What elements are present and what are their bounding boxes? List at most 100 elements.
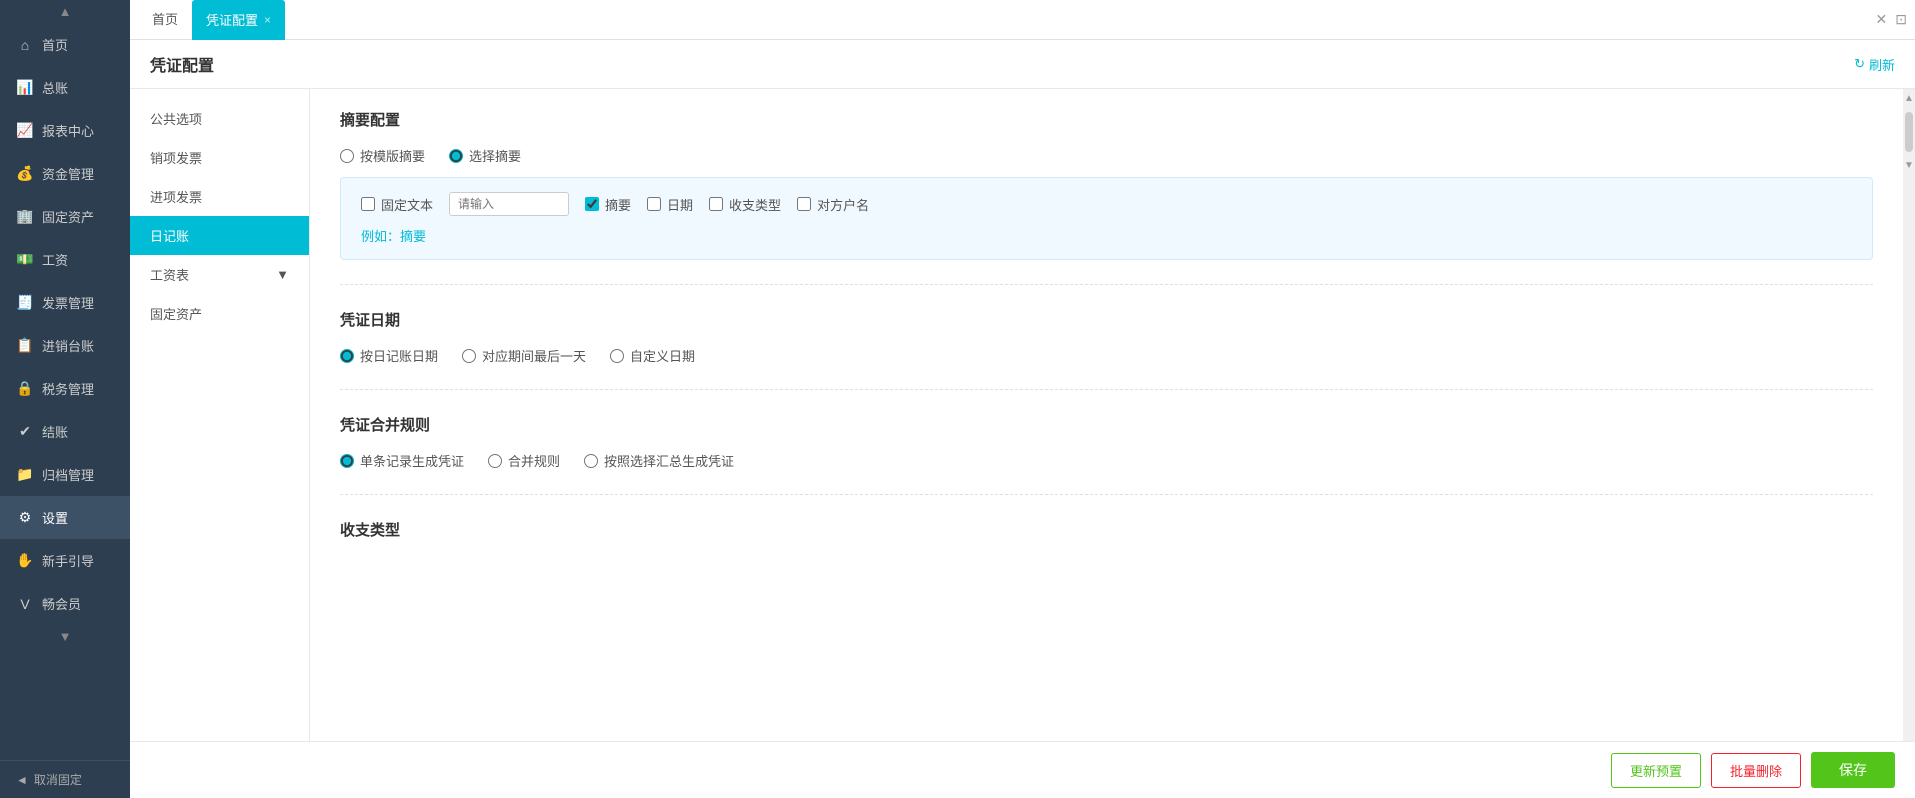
- page-title: 凭证配置: [150, 52, 214, 76]
- radio-merge-rules-input[interactable]: [488, 454, 502, 468]
- date-radio-group: 按日记账日期 对应期间最后一天 自定义日期: [340, 346, 1873, 365]
- radio-custom-date-input[interactable]: [610, 349, 624, 363]
- checkbox-fixed-text[interactable]: 固定文本: [361, 195, 433, 214]
- merge-radio-group: 单条记录生成凭证 合并规则 按照选择汇总生成凭证: [340, 451, 1873, 470]
- batch-delete-button[interactable]: 批量删除: [1711, 753, 1801, 788]
- merge-section: 凭证合并规则 单条记录生成凭证 合并规则 按照选择汇总生成凭证: [340, 414, 1873, 495]
- ledger-icon: 📊: [16, 79, 34, 96]
- window-restore-icon[interactable]: ⊡: [1895, 11, 1907, 28]
- sidebar-scroll-up[interactable]: ▲: [0, 0, 130, 23]
- left-nav-fixed-assets[interactable]: 固定资产: [130, 294, 309, 333]
- save-button[interactable]: 保存: [1811, 752, 1895, 788]
- window-close-icon[interactable]: ✕: [1876, 11, 1888, 28]
- update-preview-button[interactable]: 更新预置: [1611, 753, 1701, 788]
- archive-icon: 📁: [16, 466, 34, 483]
- assets-icon: 🏢: [16, 208, 34, 225]
- pin-icon: ◄: [16, 773, 28, 787]
- payroll-icon: 💵: [16, 251, 34, 268]
- tab-bar-icons: ✕ ⊡: [1876, 11, 1907, 28]
- date-section-title: 凭证日期: [340, 309, 1873, 330]
- scroll-thumb[interactable]: [1905, 112, 1913, 152]
- checkbox-income-type-input[interactable]: [709, 197, 723, 211]
- invoice-mgmt-icon: 🧾: [16, 294, 34, 311]
- sidebar-item-sales-ledger[interactable]: 📋 进销台账: [0, 324, 130, 367]
- checkbox-summary-input[interactable]: [585, 197, 599, 211]
- cancel-pin-button[interactable]: ◄ 取消固定: [0, 760, 130, 798]
- sidebar-item-assets[interactable]: 🏢 固定资产: [0, 195, 130, 238]
- sidebar-item-settle[interactable]: ✔ 结账: [0, 410, 130, 453]
- settings-icon: ⚙: [16, 509, 34, 526]
- summary-radio-group: 按模版摘要 选择摘要: [340, 146, 1873, 165]
- funds-icon: 💰: [16, 165, 34, 182]
- checkbox-date-input[interactable]: [647, 197, 661, 211]
- main-area: 首页 凭证配置 × ✕ ⊡ 凭证配置 ↻ 刷新 公共选项: [130, 0, 1915, 798]
- chevron-down-icon: ▼: [276, 267, 289, 282]
- merge-section-title: 凭证合并规则: [340, 414, 1873, 435]
- vip-icon: V: [16, 596, 34, 612]
- refresh-icon: ↻: [1854, 56, 1865, 72]
- fixed-text-input[interactable]: [449, 192, 569, 216]
- settle-icon: ✔: [16, 423, 34, 440]
- sidebar-item-home[interactable]: ⌂ 首页: [0, 23, 130, 66]
- tab-home[interactable]: 首页: [138, 0, 192, 40]
- refresh-button[interactable]: ↻ 刷新: [1854, 55, 1895, 74]
- radio-single-input[interactable]: [340, 454, 354, 468]
- page-container: 凭证配置 ↻ 刷新 公共选项 销项发票 进项发票 日记账: [130, 40, 1915, 798]
- left-nav-sales-invoice[interactable]: 销项发票: [130, 138, 309, 177]
- checkbox-fixed-text-input[interactable]: [361, 197, 375, 211]
- radio-period-last-day-input[interactable]: [462, 349, 476, 363]
- sidebar-item-ledger[interactable]: 📊 总账: [0, 66, 130, 109]
- checkbox-summary[interactable]: 摘要: [585, 195, 631, 214]
- sidebar-item-vip[interactable]: V 畅会员: [0, 582, 130, 625]
- checkbox-income-type[interactable]: 收支类型: [709, 195, 781, 214]
- radio-custom-date[interactable]: 自定义日期: [610, 346, 695, 365]
- tax-icon: 🔒: [16, 380, 34, 397]
- radio-merge-rules[interactable]: 合并规则: [488, 451, 560, 470]
- scrollbar[interactable]: ▲ ▼: [1903, 89, 1915, 741]
- radio-template-summary[interactable]: 按模版摘要: [340, 146, 425, 165]
- guide-icon: ✋: [16, 552, 34, 569]
- summary-section: 摘要配置 按模版摘要 选择摘要: [340, 109, 1873, 285]
- left-nav-public[interactable]: 公共选项: [130, 99, 309, 138]
- tab-bar: 首页 凭证配置 × ✕ ⊡: [130, 0, 1915, 40]
- summary-checkboxes-row: 固定文本 摘要 日期: [361, 192, 1852, 216]
- income-type-section: 收支类型: [340, 519, 1873, 580]
- sidebar-item-invoice-mgmt[interactable]: 🧾 发票管理: [0, 281, 130, 324]
- sidebar-item-tax[interactable]: 🔒 税务管理: [0, 367, 130, 410]
- radio-template-summary-input[interactable]: [340, 149, 354, 163]
- radio-journal-date[interactable]: 按日记账日期: [340, 346, 438, 365]
- tab-voucher-config[interactable]: 凭证配置 ×: [192, 0, 285, 40]
- checkbox-date[interactable]: 日期: [647, 195, 693, 214]
- bottom-bar: 更新预置 批量删除 保存: [130, 741, 1915, 798]
- right-content: 摘要配置 按模版摘要 选择摘要: [310, 89, 1903, 741]
- sidebar-item-guide[interactable]: ✋ 新手引导: [0, 539, 130, 582]
- sidebar-item-payroll[interactable]: 💵 工资: [0, 238, 130, 281]
- left-nav-purchase-invoice[interactable]: 进项发票: [130, 177, 309, 216]
- sidebar-item-reports[interactable]: 📈 报表中心: [0, 109, 130, 152]
- sidebar-item-funds[interactable]: 💰 资金管理: [0, 152, 130, 195]
- left-nav-journal[interactable]: 日记账: [130, 216, 309, 255]
- radio-select-merge-input[interactable]: [584, 454, 598, 468]
- radio-select-merge[interactable]: 按照选择汇总生成凭证: [584, 451, 734, 470]
- radio-single[interactable]: 单条记录生成凭证: [340, 451, 464, 470]
- summary-section-title: 摘要配置: [340, 109, 1873, 130]
- sidebar-item-settings[interactable]: ⚙ 设置: [0, 496, 130, 539]
- left-nav-payroll-table[interactable]: 工资表 ▼: [130, 255, 309, 294]
- sidebar: ▲ ⌂ 首页 📊 总账 📈 报表中心 💰 资金管理 🏢 固定资产 💵 工资 🧾 …: [0, 0, 130, 798]
- checkbox-counterpart-input[interactable]: [797, 197, 811, 211]
- sidebar-item-archive[interactable]: 📁 归档管理: [0, 453, 130, 496]
- home-icon: ⌂: [16, 37, 34, 53]
- radio-select-summary-input[interactable]: [449, 149, 463, 163]
- tab-close-icon[interactable]: ×: [264, 13, 271, 27]
- radio-select-summary[interactable]: 选择摘要: [449, 146, 521, 165]
- radio-period-last-day[interactable]: 对应期间最后一天: [462, 346, 586, 365]
- page-header: 凭证配置 ↻ 刷新: [130, 40, 1915, 89]
- content-area: 公共选项 销项发票 进项发票 日记账 工资表 ▼ 固定资产: [130, 89, 1915, 741]
- radio-journal-date-input[interactable]: [340, 349, 354, 363]
- sidebar-scroll-down[interactable]: ▼: [0, 625, 130, 648]
- reports-icon: 📈: [16, 122, 34, 139]
- checkbox-counterpart[interactable]: 对方户名: [797, 195, 869, 214]
- summary-config-box: 固定文本 摘要 日期: [340, 177, 1873, 260]
- summary-example: 例如：摘要: [361, 226, 1852, 245]
- left-nav: 公共选项 销项发票 进项发票 日记账 工资表 ▼ 固定资产: [130, 89, 310, 741]
